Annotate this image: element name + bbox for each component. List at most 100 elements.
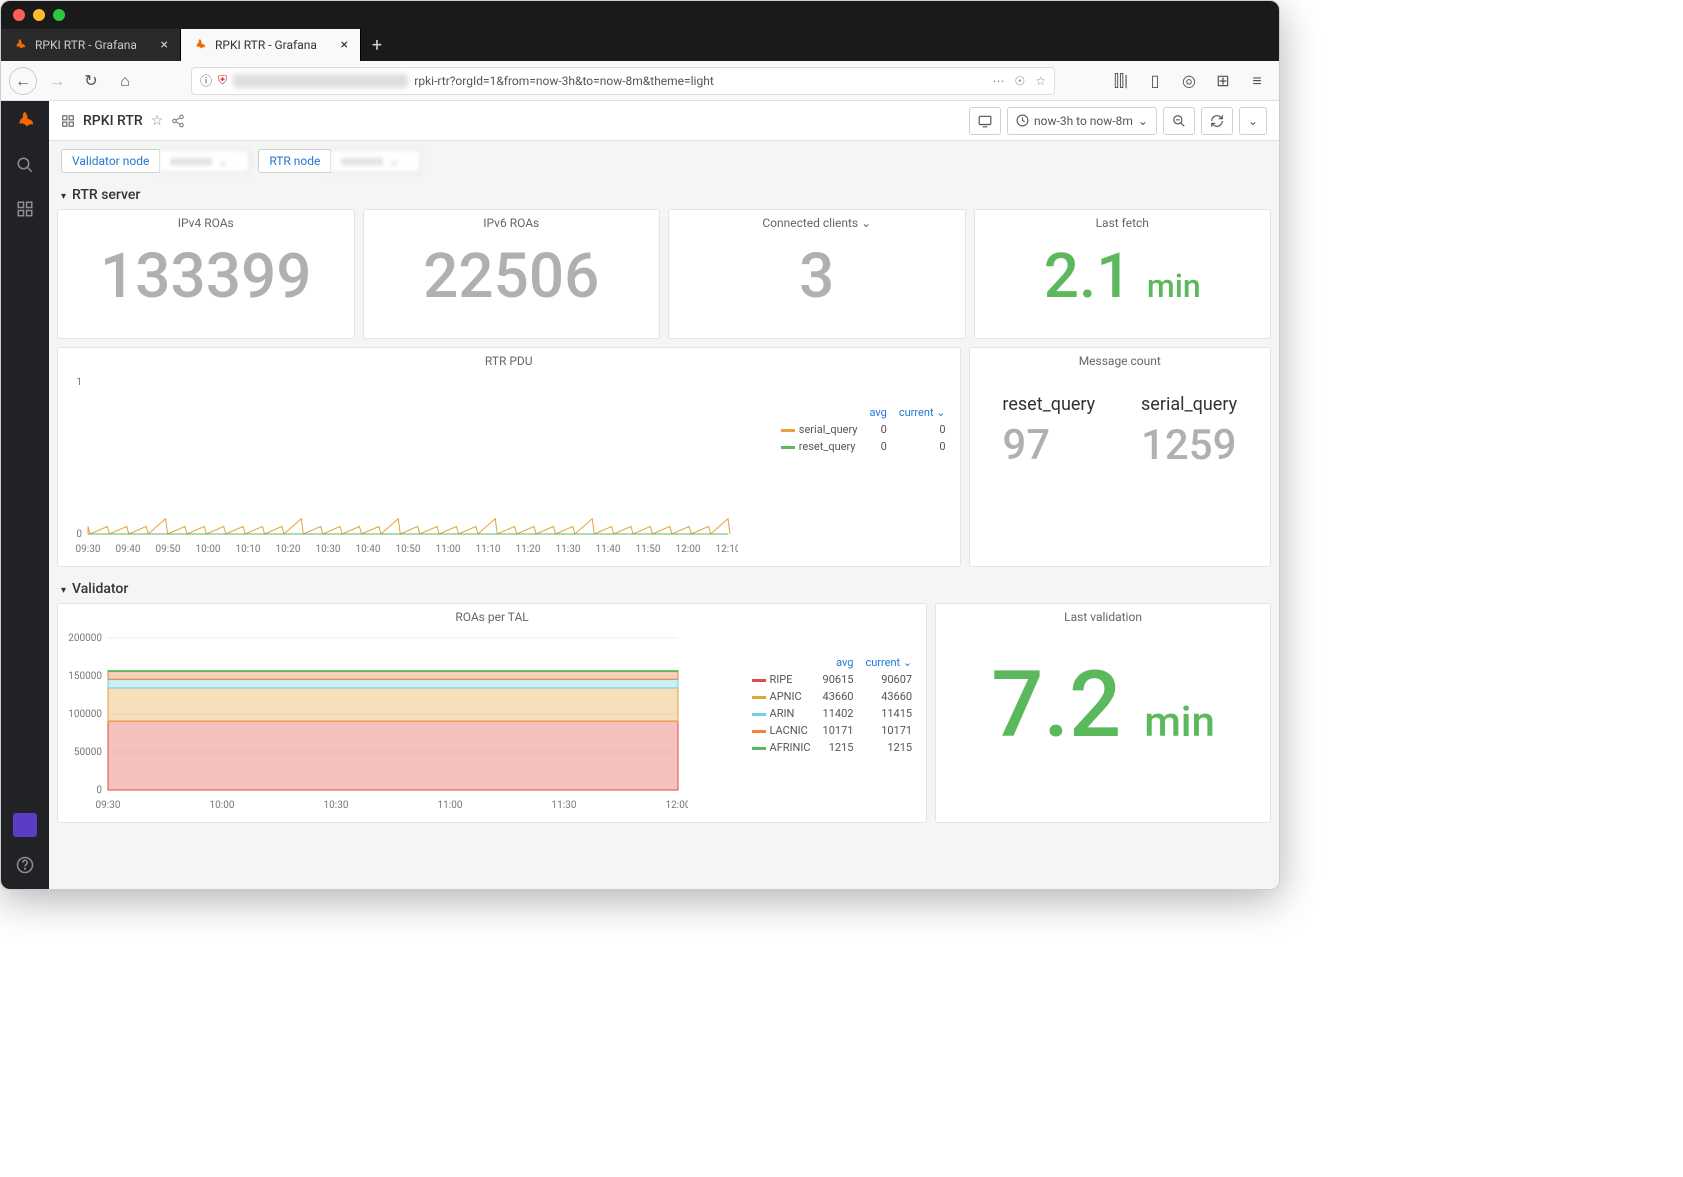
svg-text:200000: 200000 — [68, 633, 102, 644]
tracking-icon[interactable]: ⛨ — [218, 73, 227, 88]
panel-title: Last fetch — [975, 210, 1271, 236]
stat-value: 133399 — [58, 236, 354, 328]
legend-row[interactable]: AFRINIC12151215 — [746, 739, 919, 756]
dashboards-icon[interactable] — [61, 114, 75, 128]
svg-text:10:00: 10:00 — [210, 800, 235, 811]
grafana-icon — [13, 38, 27, 52]
svg-text:10:40: 10:40 — [356, 544, 381, 555]
menu-icon[interactable]: ≡ — [1243, 67, 1271, 95]
chart-legend: avgcurrent ⌄ serial_query00 reset_query0… — [775, 404, 952, 455]
browser-tab[interactable]: RPKI RTR - Grafana × — [181, 29, 361, 61]
legend-row[interactable]: ARIN1140211415 — [746, 705, 919, 722]
minimize-window-button[interactable] — [33, 9, 45, 21]
chart-panel-roas-per-tal[interactable]: ROAs per TAL 05000010000015000020000009:… — [57, 603, 927, 823]
svg-text:11:40: 11:40 — [596, 544, 621, 555]
dashboards-icon[interactable] — [13, 197, 37, 221]
legend-row[interactable]: RIPE9061590607 — [746, 671, 919, 688]
svg-text:11:30: 11:30 — [556, 544, 581, 555]
stat-panel-last-validation[interactable]: Last validation 7.2 min — [935, 603, 1271, 823]
home-button[interactable]: ⌂ — [111, 67, 139, 95]
stat-value: 2.1 min — [975, 236, 1271, 328]
panel-title: Last validation — [936, 604, 1270, 630]
refresh-button[interactable] — [1201, 107, 1233, 135]
roas-per-tal-chart: 05000010000015000020000009:3010:0010:301… — [58, 630, 688, 820]
stat-panel-message-count[interactable]: Message count reset_query 97 serial_quer… — [969, 347, 1272, 567]
new-tab-button[interactable]: + — [361, 29, 393, 61]
forward-button[interactable]: → — [43, 67, 71, 95]
svg-text:09:30: 09:30 — [76, 544, 101, 555]
svg-text:11:00: 11:00 — [438, 800, 463, 811]
star-icon[interactable]: ☆ — [151, 113, 164, 129]
svg-text:11:30: 11:30 — [552, 800, 577, 811]
chart-legend: avgcurrent ⌄RIPE9061590607APNIC436604366… — [746, 654, 919, 756]
svg-text:50000: 50000 — [74, 747, 102, 758]
browser-tab[interactable]: RPKI RTR - Grafana × — [1, 29, 181, 61]
user-icon[interactable] — [13, 813, 37, 837]
legend-row[interactable]: serial_query00 — [775, 421, 952, 438]
grafana-logo-icon[interactable] — [13, 109, 37, 133]
svg-text:1: 1 — [76, 377, 82, 388]
sidebar-icon[interactable]: ▯ — [1141, 67, 1169, 95]
panel-title: ROAs per TAL — [58, 604, 926, 630]
chevron-down-icon — [61, 187, 66, 203]
back-button[interactable]: ← — [9, 67, 37, 95]
svg-text:10:50: 10:50 — [396, 544, 421, 555]
refresh-interval-button[interactable]: ⌄ — [1239, 107, 1267, 135]
page-title: RPKI RTR — [83, 113, 143, 129]
stat-panel-ipv6-roas[interactable]: IPv6 ROAs 22506 — [363, 209, 661, 339]
chevron-down-icon: ⌄ — [1138, 114, 1148, 128]
library-icon[interactable]: ⫿⫿| — [1107, 67, 1135, 95]
zoom-out-button[interactable] — [1163, 107, 1195, 135]
variable-select[interactable]: xxxxxxx ⌄ — [160, 149, 250, 173]
section-header[interactable]: RTR server — [49, 181, 1279, 209]
maximize-window-button[interactable] — [53, 9, 65, 21]
tv-mode-button[interactable] — [969, 107, 1001, 135]
time-range-picker[interactable]: now-3h to now-8m ⌄ — [1007, 107, 1157, 135]
stat-panel-ipv4-roas[interactable]: IPv4 ROAs 133399 — [57, 209, 355, 339]
stat-panel-last-fetch[interactable]: Last fetch 2.1 min — [974, 209, 1272, 339]
stat-label: serial_query — [1141, 394, 1237, 415]
svg-text:12:00: 12:00 — [676, 544, 701, 555]
chevron-down-icon: ⌄ — [1248, 114, 1258, 128]
legend-row[interactable]: LACNIC1017110171 — [746, 722, 919, 739]
svg-text:09:50: 09:50 — [156, 544, 181, 555]
account-icon[interactable]: ◎ — [1175, 67, 1203, 95]
tab-strip: RPKI RTR - Grafana × RPKI RTR - Grafana … — [1, 29, 1279, 61]
section-header[interactable]: Validator — [49, 575, 1279, 603]
panel-title: RTR PDU — [58, 348, 960, 374]
close-tab-icon[interactable]: × — [341, 37, 348, 53]
close-window-button[interactable] — [13, 9, 25, 21]
legend-row[interactable]: APNIC4366043660 — [746, 688, 919, 705]
legend-row[interactable]: reset_query00 — [775, 438, 952, 455]
url-input[interactable]: ⓘ ⛨ xxxxxxxxxxxxxxxx rpki-rtr?orgId=1&fr… — [191, 67, 1055, 95]
reader-icon[interactable]: ☉ — [1014, 74, 1025, 88]
svg-text:10:00: 10:00 — [196, 544, 221, 555]
variable-row: Validator node xxxxxxx ⌄ RTR node xxxxxx… — [49, 141, 1279, 181]
svg-text:12:00: 12:00 — [666, 800, 688, 811]
svg-text:09:30: 09:30 — [96, 800, 121, 811]
dashboard-main: RPKI RTR ☆ now-3h to now-8m ⌄ — [49, 101, 1279, 889]
rtr-pdu-chart: 0109:3009:4009:5010:0010:1010:2010:3010:… — [58, 374, 738, 564]
share-icon[interactable] — [171, 114, 185, 128]
time-range-label: now-3h to now-8m — [1034, 114, 1133, 128]
chevron-down-icon: ⌄ — [861, 216, 871, 230]
more-icon[interactable]: ⋯ — [992, 74, 1004, 88]
variable-select[interactable]: xxxxxxx ⌄ — [331, 149, 421, 173]
chart-panel-rtr-pdu[interactable]: RTR PDU 0109:3009:4009:5010:0010:1010:20… — [57, 347, 961, 567]
titlebar — [1, 1, 1279, 29]
reload-button[interactable]: ↻ — [77, 67, 105, 95]
grafana-icon — [193, 38, 207, 52]
svg-text:11:20: 11:20 — [516, 544, 541, 555]
apps-icon[interactable]: ⊞ — [1209, 67, 1237, 95]
bookmark-icon[interactable]: ☆ — [1035, 74, 1046, 88]
dashboard-topbar: RPKI RTR ☆ now-3h to now-8m ⌄ — [49, 101, 1279, 141]
info-icon[interactable]: ⓘ — [200, 72, 212, 89]
close-tab-icon[interactable]: × — [161, 37, 168, 53]
stat-value: 3 — [669, 236, 965, 328]
stat-value: 97 — [1002, 421, 1095, 470]
stat-panel-connected-clients[interactable]: Connected clients ⌄ 3 — [668, 209, 966, 339]
search-icon[interactable] — [13, 153, 37, 177]
help-icon[interactable] — [13, 853, 37, 877]
panel-title: IPv4 ROAs — [58, 210, 354, 236]
svg-text:0: 0 — [76, 529, 82, 540]
